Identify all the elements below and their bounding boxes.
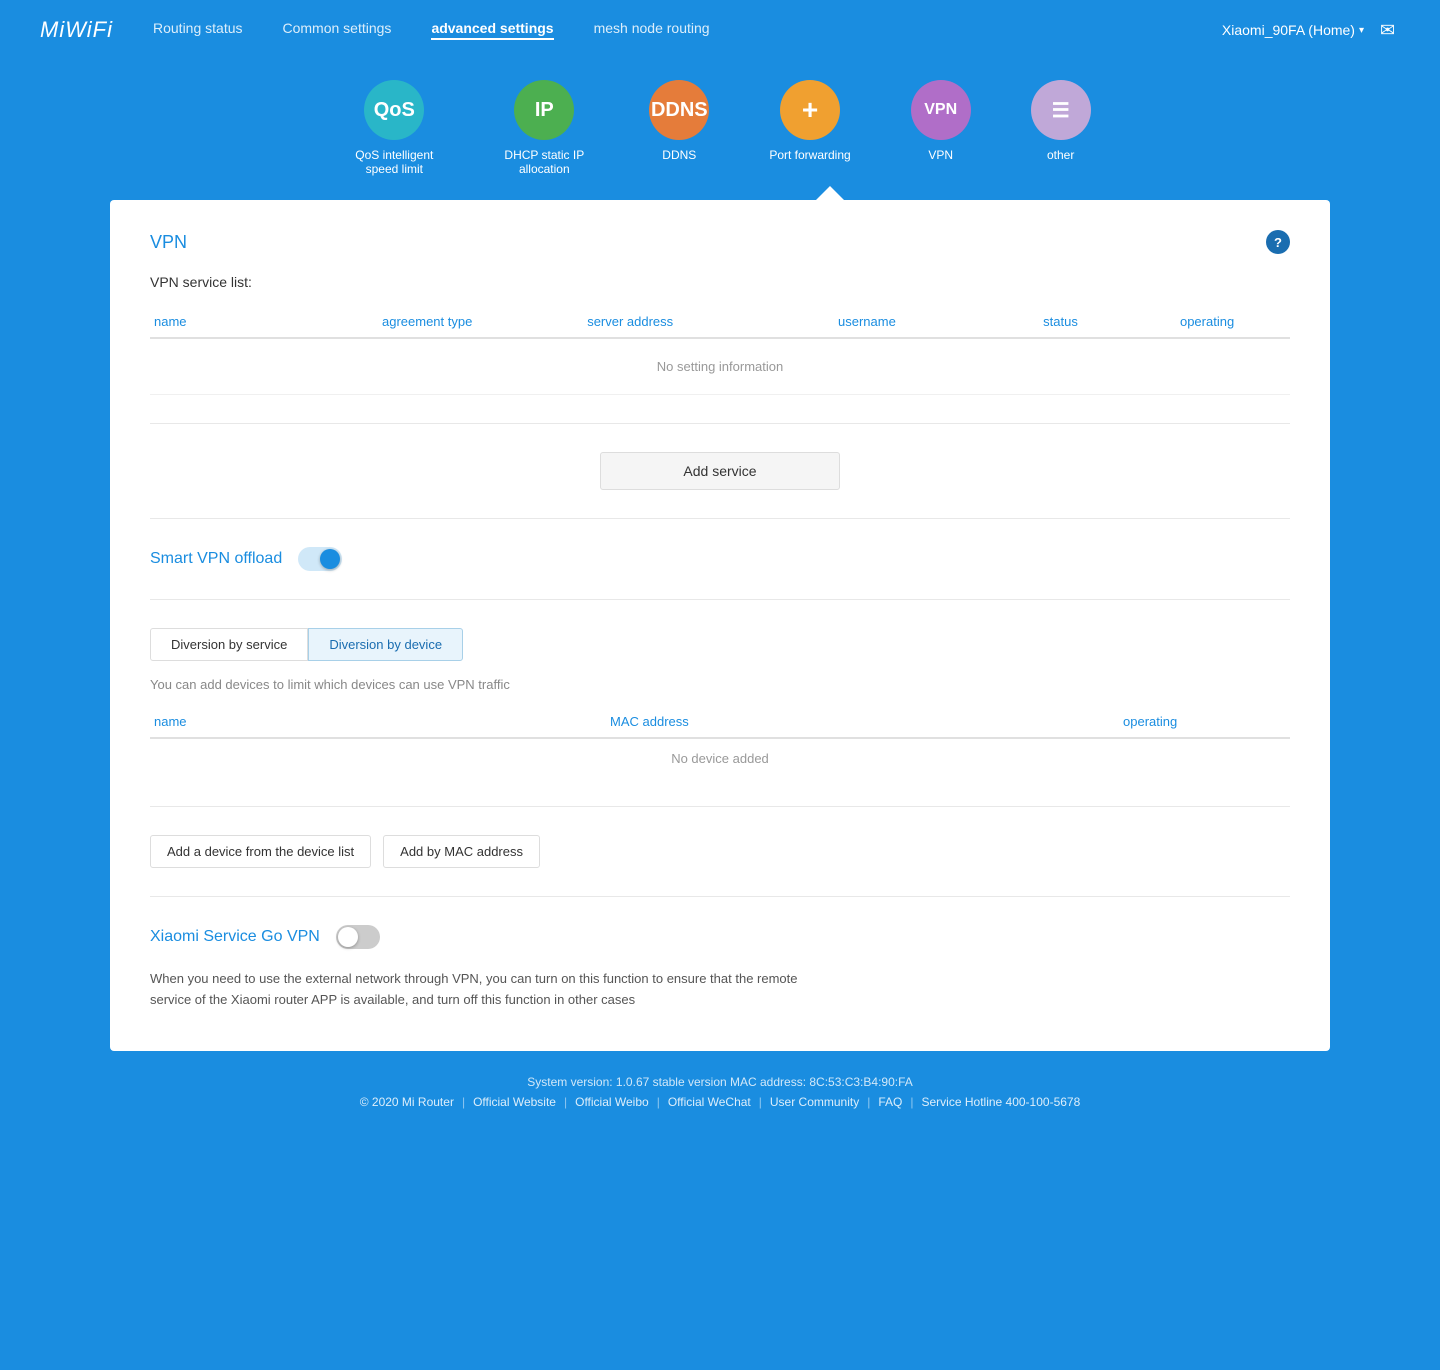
icon-bar: QoS QoS intelligent speed limit IP DHCP … xyxy=(0,60,1440,186)
device-info-text: You can add devices to limit which devic… xyxy=(150,677,1290,692)
smart-vpn-toggle[interactable] xyxy=(298,547,342,571)
footer-official-wechat[interactable]: Official WeChat xyxy=(668,1095,751,1109)
vpn-icon: VPN xyxy=(911,80,971,140)
qos-abbr: QoS xyxy=(374,99,415,122)
nav-mesh-routing[interactable]: mesh node routing xyxy=(594,20,710,40)
other-label: other xyxy=(1047,148,1074,162)
section-divider-2 xyxy=(150,599,1290,600)
main-content: VPN ? VPN service list: name agreement t… xyxy=(110,200,1330,1051)
qos-icon: QoS xyxy=(364,80,424,140)
icon-item-other[interactable]: ☰ other xyxy=(1031,80,1091,176)
tab-by-device[interactable]: Diversion by device xyxy=(308,628,463,661)
footer-sep-3: | xyxy=(759,1095,762,1109)
section-divider-3 xyxy=(150,806,1290,807)
ip-label: DHCP static IP allocation xyxy=(499,148,589,176)
xiaomi-service-title: Xiaomi Service Go VPN xyxy=(150,928,320,946)
icon-item-ddns[interactable]: DDNS DDNS xyxy=(649,80,709,176)
no-device-text: No device added xyxy=(150,738,1290,778)
portfwd-abbr: + xyxy=(802,94,818,126)
nav-device-selector[interactable]: Xiaomi_90FA (Home) ▾ xyxy=(1222,22,1364,38)
nav-routing-status[interactable]: Routing status xyxy=(153,20,243,40)
system-info: System version: 1.0.67 stable version MA… xyxy=(0,1075,1440,1089)
th-name: name xyxy=(150,306,378,338)
ip-abbr: IP xyxy=(535,99,554,122)
no-data-text: No setting information xyxy=(150,338,1290,395)
vpn-service-table: name agreement type server address usern… xyxy=(150,306,1290,395)
footer-user-community[interactable]: User Community xyxy=(770,1095,859,1109)
other-abbr: ☰ xyxy=(1052,98,1070,123)
footer-sep-0: | xyxy=(462,1095,465,1109)
qos-label: QoS intelligent speed limit xyxy=(349,148,439,176)
th-status: status xyxy=(1039,306,1176,338)
dth-name: name xyxy=(150,706,606,738)
add-device-list-button[interactable]: Add a device from the device list xyxy=(150,835,371,868)
footer-sep-1: | xyxy=(564,1095,567,1109)
footer-hotline[interactable]: Service Hotline 400-100-5678 xyxy=(922,1095,1081,1109)
th-operating: operating xyxy=(1176,306,1290,338)
device-table: name MAC address operating No device add… xyxy=(150,706,1290,778)
device-name: Xiaomi_90FA (Home) xyxy=(1222,22,1355,38)
portfwd-icon: + xyxy=(780,80,840,140)
no-device-row: No device added xyxy=(150,738,1290,778)
help-icon[interactable]: ? xyxy=(1266,230,1290,254)
th-server: server address xyxy=(583,306,834,338)
mail-icon[interactable]: ✉ xyxy=(1380,20,1400,40)
section-divider-1 xyxy=(150,518,1290,519)
footer-sep-2: | xyxy=(657,1095,660,1109)
footer-sep-4: | xyxy=(867,1095,870,1109)
vpn-abbr: VPN xyxy=(924,101,957,119)
icon-item-qos[interactable]: QoS QoS intelligent speed limit xyxy=(349,80,439,176)
no-data-row: No setting information xyxy=(150,338,1290,395)
dth-mac: MAC address xyxy=(606,706,1119,738)
dth-op: operating xyxy=(1119,706,1290,738)
tab-by-service[interactable]: Diversion by service xyxy=(150,628,308,661)
footer-official-website[interactable]: Official Website xyxy=(473,1095,556,1109)
footer-copyright: © 2020 Mi Router xyxy=(360,1095,454,1109)
toggle-thumb-off xyxy=(338,927,358,947)
footer-official-weibo[interactable]: Official Weibo xyxy=(575,1095,649,1109)
footer-links: © 2020 Mi Router | Official Website | Of… xyxy=(0,1095,1440,1109)
add-by-mac-button[interactable]: Add by MAC address xyxy=(383,835,540,868)
nav-advanced-settings[interactable]: advanced settings xyxy=(431,20,553,40)
footer: System version: 1.0.67 stable version MA… xyxy=(0,1051,1440,1125)
section-divider-4 xyxy=(150,896,1290,897)
diversion-tabs: Diversion by service Diversion by device xyxy=(150,628,1290,661)
smart-vpn-row: Smart VPN offload xyxy=(150,547,1290,571)
th-username: username xyxy=(834,306,1039,338)
xiaomi-description: When you need to use the external networ… xyxy=(150,969,830,1011)
selected-arrow xyxy=(0,186,1440,200)
add-service-button[interactable]: Add service xyxy=(600,452,840,490)
th-agreement: agreement type xyxy=(378,306,583,338)
xiaomi-service-row: Xiaomi Service Go VPN xyxy=(150,925,1290,949)
chevron-down-icon: ▾ xyxy=(1359,25,1364,36)
nav-links: Routing status Common settings advanced … xyxy=(153,20,1222,40)
nav-right: Xiaomi_90FA (Home) ▾ ✉ xyxy=(1222,20,1400,40)
smart-vpn-title: Smart VPN offload xyxy=(150,550,282,568)
ip-icon: IP xyxy=(514,80,574,140)
ddns-abbr: DDNS xyxy=(651,99,708,122)
ddns-icon: DDNS xyxy=(649,80,709,140)
vpn-label: VPN xyxy=(928,148,953,162)
ddns-label: DDNS xyxy=(662,148,696,162)
add-device-row: Add a device from the device list Add by… xyxy=(150,835,1290,868)
vpn-title: VPN xyxy=(150,232,187,253)
top-nav: MiWiFi Routing status Common settings ad… xyxy=(0,0,1440,60)
footer-faq[interactable]: FAQ xyxy=(878,1095,902,1109)
icon-item-ip[interactable]: IP DHCP static IP allocation xyxy=(499,80,589,176)
vpn-section-header: VPN ? xyxy=(150,230,1290,254)
other-icon: ☰ xyxy=(1031,80,1091,140)
portfwd-label: Port forwarding xyxy=(769,148,850,162)
xiaomi-service-toggle[interactable] xyxy=(336,925,380,949)
nav-common-settings[interactable]: Common settings xyxy=(283,20,392,40)
icon-item-vpn[interactable]: VPN VPN xyxy=(911,80,971,176)
icon-item-portfwd[interactable]: + Port forwarding xyxy=(769,80,850,176)
service-list-label: VPN service list: xyxy=(150,274,1290,290)
footer-sep-5: | xyxy=(910,1095,913,1109)
table-divider xyxy=(150,423,1290,424)
logo: MiWiFi xyxy=(40,17,113,43)
